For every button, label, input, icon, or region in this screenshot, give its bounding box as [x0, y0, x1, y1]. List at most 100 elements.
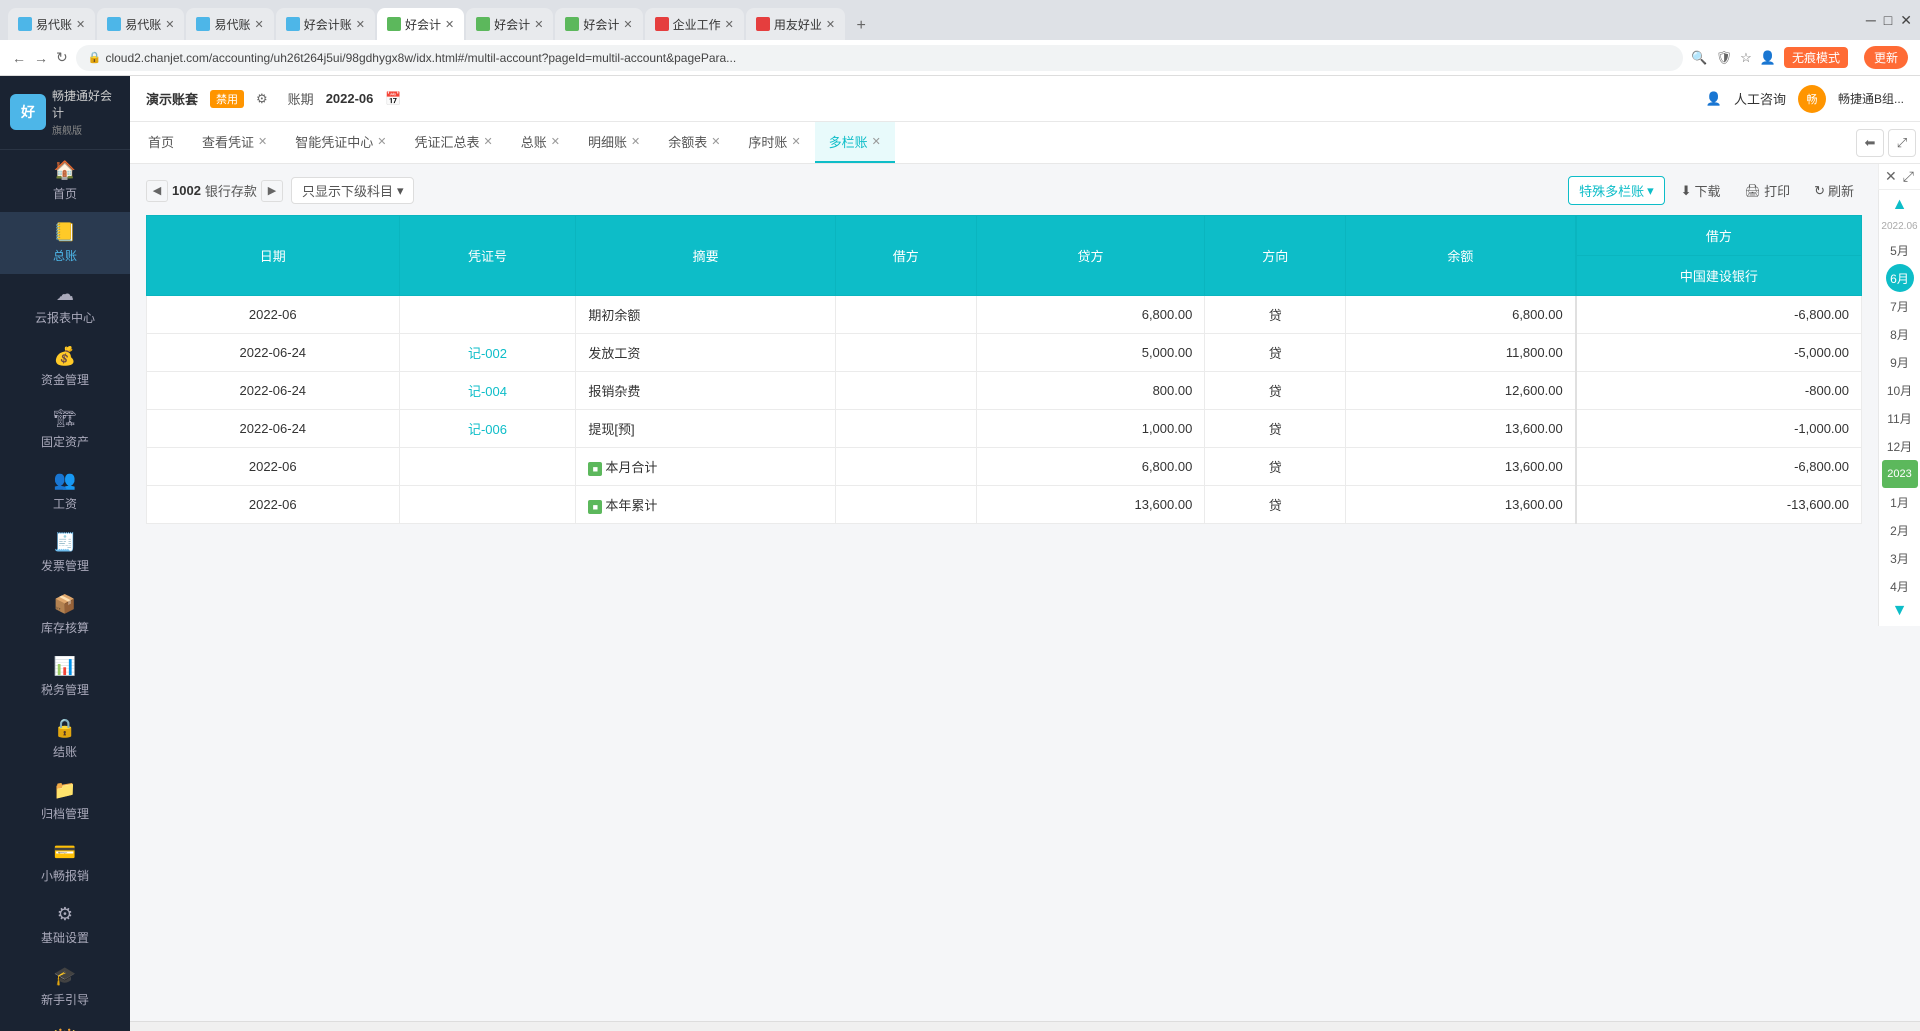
cal-month-dec[interactable]: 12月 — [1882, 432, 1918, 460]
tab-close-5[interactable]: ✕ — [445, 18, 454, 31]
nav-tab-close-view-voucher[interactable]: ✕ — [258, 135, 267, 148]
url-input[interactable]: 🔒 cloud2.chanjet.com/accounting/uh26t264… — [76, 45, 1684, 71]
sidebar-item-capital[interactable]: 💰 资金管理 — [0, 336, 130, 398]
cal-month-jul[interactable]: 7月 — [1882, 292, 1918, 320]
sidebar-item-ledger[interactable]: 📒 总账 — [0, 212, 130, 274]
nav-tab-close-detail-ledger[interactable]: ✕ — [631, 135, 640, 148]
tab-favicon-2 — [107, 17, 121, 31]
multi-col-button[interactable]: 特殊多栏账 ▾ — [1568, 176, 1665, 205]
tab-close-2[interactable]: ✕ — [165, 18, 174, 31]
horizontal-scrollbar[interactable] — [130, 1021, 1920, 1031]
sidebar-item-fixed-assets[interactable]: 🏗 固定资产 — [0, 398, 130, 460]
shield-icon[interactable]: 🛡 — [1716, 50, 1733, 66]
cal-month-aug[interactable]: 8月 — [1882, 320, 1918, 348]
sidebar-item-closing[interactable]: 🔒 结账 — [0, 708, 130, 770]
nav-tab-smart-voucher[interactable]: 智能凭证中心 ✕ — [281, 122, 400, 163]
tab-expand-btn[interactable]: ⤢ — [1888, 129, 1916, 157]
browser-tab-4[interactable]: 好会计账 ✕ — [276, 8, 375, 40]
close-btn[interactable]: ✕ — [1900, 12, 1912, 29]
minimize-btn[interactable]: ─ — [1866, 12, 1876, 28]
tab-collapse-btn[interactable]: ⬅ — [1856, 129, 1884, 157]
panel-expand-icon[interactable]: ⤢ — [1903, 168, 1914, 185]
nav-tab-multi-col[interactable]: 多栏账 ✕ — [815, 122, 895, 163]
sidebar-item-invoice[interactable]: 🧾 发票管理 — [0, 522, 130, 584]
sidebar-item-member[interactable]: 👑 畅会员 — [0, 1018, 130, 1031]
calendar-icon[interactable]: 📅 — [385, 91, 401, 107]
wuhen-mode-button[interactable]: 无痕模式 — [1784, 47, 1848, 68]
sidebar-item-expense[interactable]: 💳 小畅报销 — [0, 832, 130, 894]
panel-close-icon[interactable]: ✕ — [1885, 168, 1897, 185]
browser-tab-5[interactable]: 好会计 ✕ — [377, 8, 464, 40]
nav-tab-close-general-ledger[interactable]: ✕ — [551, 135, 560, 148]
nav-tab-close-multi-col[interactable]: ✕ — [872, 135, 881, 148]
update-button[interactable]: 更新 — [1864, 46, 1908, 69]
demo-badge[interactable]: 禁用 — [210, 90, 244, 108]
browser-tab-2[interactable]: 易代账 ✕ — [97, 8, 184, 40]
tab-close-4[interactable]: ✕ — [356, 18, 365, 31]
cal-month-may[interactable]: 5月 — [1882, 236, 1918, 264]
nav-tab-voucher-summary[interactable]: 凭证汇总表 ✕ — [400, 122, 506, 163]
nav-tab-close-balance-sheet[interactable]: ✕ — [711, 135, 720, 148]
download-button[interactable]: ⬇ 下载 — [1673, 177, 1729, 204]
tab-close-9[interactable]: ✕ — [826, 18, 835, 31]
voucher-link[interactable]: 记-006 — [468, 422, 507, 437]
cal-month-nov[interactable]: 11月 — [1882, 404, 1918, 432]
tab-close-1[interactable]: ✕ — [76, 18, 85, 31]
sidebar-item-home[interactable]: 🏠 首页 — [0, 150, 130, 212]
sidebar-item-guide[interactable]: 🎓 新手引导 — [0, 956, 130, 1018]
nav-tab-close-smart-voucher[interactable]: ✕ — [377, 135, 386, 148]
sidebar-item-cloud-report[interactable]: ☁ 云报表中心 — [0, 274, 130, 336]
nav-tab-detail-ledger[interactable]: 明细账 ✕ — [574, 122, 654, 163]
tab-close-7[interactable]: ✕ — [623, 18, 632, 31]
consult-label[interactable]: 人工咨询 — [1734, 89, 1786, 108]
nav-tab-balance-sheet[interactable]: 余额表 ✕ — [654, 122, 734, 163]
sidebar-item-archive[interactable]: 📁 归档管理 — [0, 770, 130, 832]
print-button[interactable]: 🖨 打印 — [1737, 177, 1799, 204]
account-next-btn[interactable]: ▶ — [261, 180, 283, 202]
show-sub-dropdown[interactable]: 只显示下级科目 ▾ — [291, 177, 415, 204]
calendar-scroll-down[interactable]: ▼ — [1890, 600, 1910, 622]
browser-tab-9[interactable]: 用友好业 ✕ — [746, 8, 845, 40]
cal-month-oct[interactable]: 10月 — [1882, 376, 1918, 404]
voucher-link[interactable]: 记-004 — [468, 384, 507, 399]
cal-month-jan[interactable]: 1月 — [1882, 488, 1918, 516]
browser-tab-3[interactable]: 易代账 ✕ — [186, 8, 273, 40]
sidebar-item-settings[interactable]: ⚙ 基础设置 — [0, 894, 130, 956]
settings-icon[interactable]: ⚙ — [256, 91, 268, 107]
tab-close-3[interactable]: ✕ — [254, 18, 263, 31]
profile-icon[interactable]: 👤 — [1760, 50, 1776, 66]
refresh-button[interactable]: ↻ — [56, 49, 68, 66]
nav-tab-general-ledger[interactable]: 总账 ✕ — [507, 122, 574, 163]
cal-month-sep[interactable]: 9月 — [1882, 348, 1918, 376]
nav-tab-journal[interactable]: 序时账 ✕ — [734, 122, 814, 163]
nav-tab-view-voucher[interactable]: 查看凭证 ✕ — [188, 122, 281, 163]
sidebar-item-inventory[interactable]: 📦 库存核算 — [0, 584, 130, 646]
browser-tab-6[interactable]: 好会计 ✕ — [466, 8, 553, 40]
cal-month-feb[interactable]: 2月 — [1882, 516, 1918, 544]
new-tab-button[interactable]: + — [847, 12, 875, 40]
cal-year-2022: 2022.06 — [1881, 216, 1919, 236]
user-name[interactable]: 畅捷通B组... — [1838, 90, 1904, 107]
browser-tab-1[interactable]: 易代账 ✕ — [8, 8, 95, 40]
account-prev-btn[interactable]: ◀ — [146, 180, 168, 202]
tab-close-8[interactable]: ✕ — [725, 18, 734, 31]
browser-tab-7[interactable]: 好会计 ✕ — [555, 8, 642, 40]
voucher-link[interactable]: 记-002 — [468, 346, 507, 361]
nav-tab-close-voucher-summary[interactable]: ✕ — [484, 135, 493, 148]
search-icon[interactable]: 🔍 — [1691, 50, 1707, 66]
refresh-button[interactable]: ↻ 刷新 — [1806, 177, 1862, 204]
nav-tab-close-journal[interactable]: ✕ — [791, 135, 800, 148]
sidebar-item-tax[interactable]: 📊 税务管理 — [0, 646, 130, 708]
cal-month-jun[interactable]: 6月 — [1886, 264, 1914, 292]
maximize-btn[interactable]: □ — [1884, 12, 1892, 28]
calendar-scroll-up[interactable]: ▲ — [1890, 194, 1910, 216]
tab-close-6[interactable]: ✕ — [534, 18, 543, 31]
browser-tab-8[interactable]: 企业工作 ✕ — [645, 8, 744, 40]
back-button[interactable]: ← — [12, 50, 26, 66]
forward-button[interactable]: → — [34, 50, 48, 66]
cal-month-mar[interactable]: 3月 — [1882, 544, 1918, 572]
nav-tab-home[interactable]: 首页 — [134, 122, 188, 163]
cal-month-apr[interactable]: 4月 — [1882, 572, 1918, 600]
star-icon[interactable]: ☆ — [1740, 50, 1752, 66]
sidebar-item-salary[interactable]: 👥 工资 — [0, 460, 130, 522]
